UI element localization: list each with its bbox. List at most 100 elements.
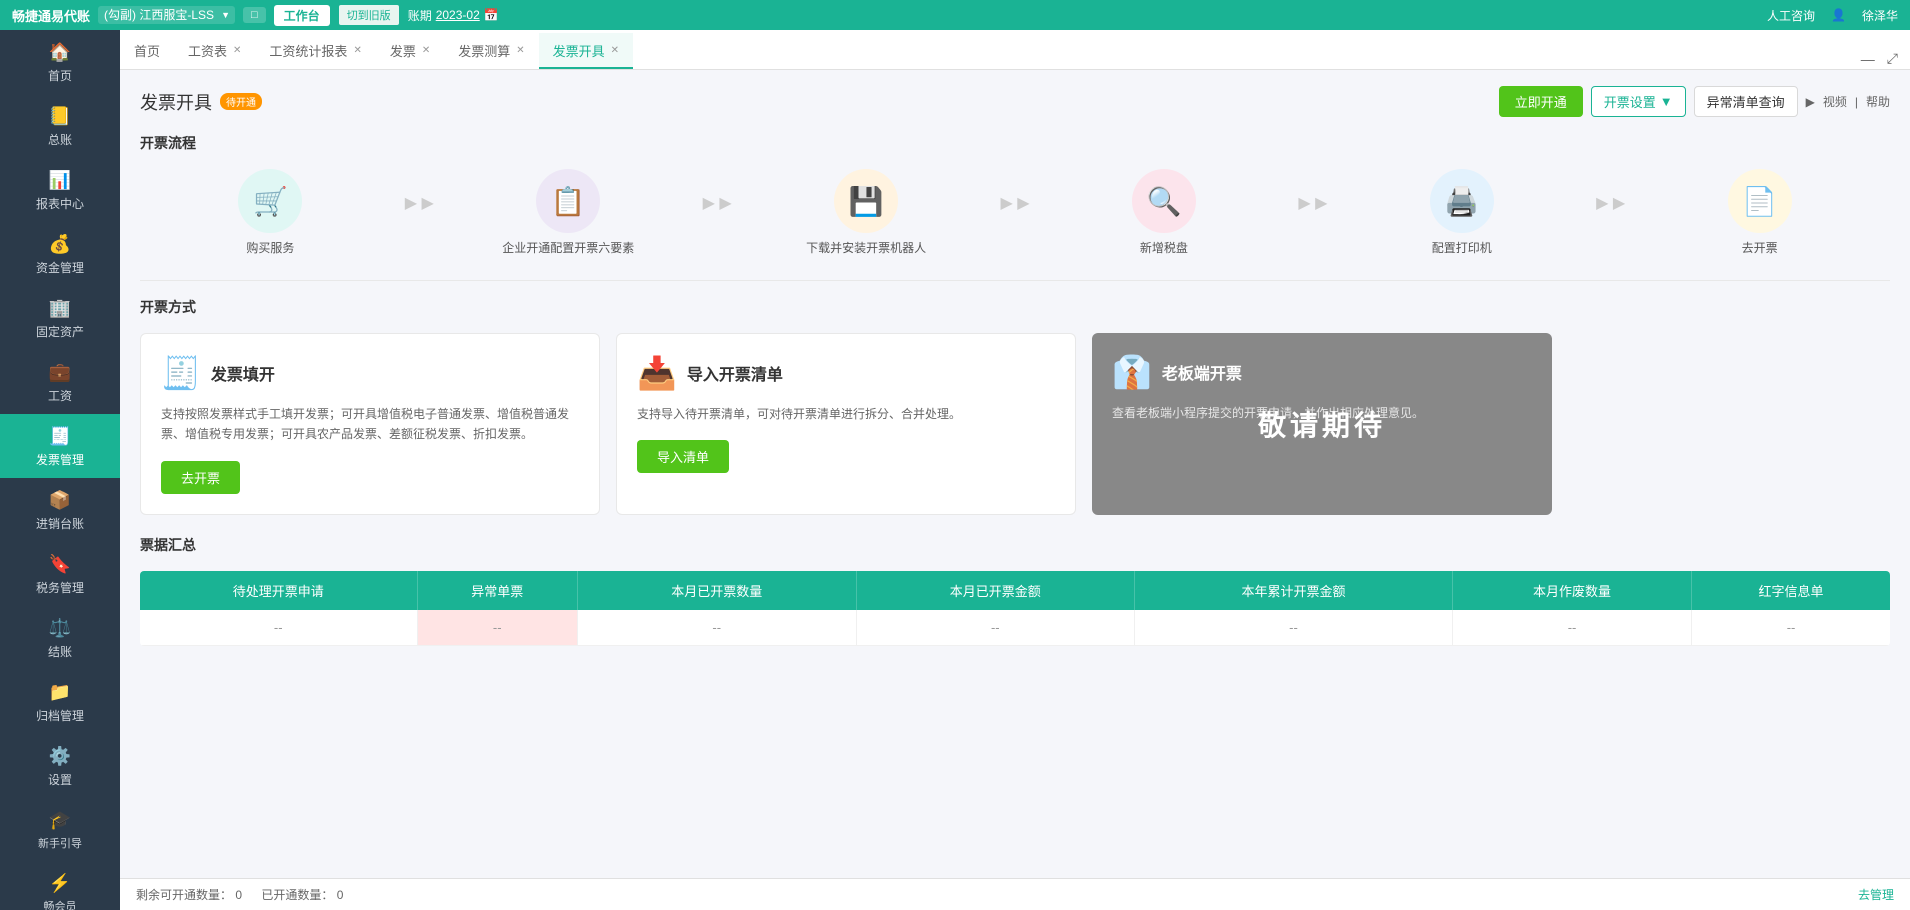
assets-icon: 🏢 — [49, 298, 71, 319]
sidebar-label-invoice: 发票管理 — [36, 451, 84, 468]
tab-salary-report[interactable]: 工资统计报表 ✕ — [255, 33, 375, 69]
sidebar-item-home[interactable]: 🏠 首页 — [0, 30, 120, 94]
main-layout: 🏠 首页 📒 总账 📊 报表中心 💰 资金管理 🏢 固定资产 💼 工资 🧾 发票… — [0, 30, 1910, 910]
copy-button[interactable]: □ — [243, 7, 266, 23]
summary-cell-month-count: -- — [577, 610, 856, 646]
sidebar-item-funds[interactable]: 💰 资金管理 — [0, 222, 120, 286]
sidebar-item-salary[interactable]: 💼 工资 — [0, 350, 120, 414]
ledger-icon: 📒 — [49, 106, 71, 127]
company-dropdown[interactable]: (勾副) 江西服宝-LSS — [98, 6, 235, 24]
company-selector[interactable]: (勾副) 江西服宝-LSS — [98, 6, 235, 24]
process-step-issue: 📄 去开票 — [1629, 169, 1890, 256]
consult-button[interactable]: 人工咨询 — [1767, 7, 1815, 24]
method-card-manual: 🧾 发票填开 支持按照发票样式手工填开发票；可开具增值税电子普通发票、增值税普通… — [140, 333, 600, 515]
method-card-import-name: 导入开票清单 — [687, 361, 783, 385]
process-label-issue: 去开票 — [1742, 239, 1778, 256]
top-bar: 畅捷通易代账 (勾副) 江西服宝-LSS □ 工作台 切到旧版 账期 2023-… — [0, 0, 1910, 30]
sidebar-item-invoice[interactable]: 🧾 发票管理 — [0, 414, 120, 478]
summary-cell-abnormal: -- — [417, 610, 577, 646]
period-selector: 账期 2023-02 📅 — [408, 7, 499, 24]
open-now-button[interactable]: 立即开通 — [1499, 86, 1583, 117]
sidebar-item-member[interactable]: ⚡ 畅会员 — [0, 861, 120, 910]
sidebar-label-assets: 固定资产 — [36, 323, 84, 340]
abnormal-query-button[interactable]: 异常清单查询 — [1694, 86, 1798, 117]
sidebar-item-tax[interactable]: 🔖 税务管理 — [0, 542, 120, 606]
tab-invoice-issue[interactable]: 发票开具 ✕ — [539, 33, 633, 69]
opened-label: 已开通数量： — [261, 888, 333, 902]
summary-header-month-count: 本月已开票数量 — [577, 571, 856, 610]
sidebar-bottom: 🎓 新手引导 ⚡ 畅会员 📌 取消固定 — [0, 798, 120, 910]
tab-home-label: 首页 — [134, 41, 160, 60]
sidebar-label-settings: 设置 — [48, 771, 72, 788]
user-avatar: 👤 — [1831, 8, 1846, 22]
help-divider: | — [1855, 95, 1858, 109]
member-icon: ⚡ — [49, 873, 71, 894]
summary-header-row: 待处理开票申请 异常单票 本月已开票数量 本月已开票金额 本年累计开票金额 本月… — [140, 571, 1890, 610]
process-circle-printer: 🖨️ — [1430, 169, 1494, 233]
sidebar-label-funds: 资金管理 — [36, 259, 84, 276]
sidebar-item-purchase[interactable]: 📦 进销台账 — [0, 478, 120, 542]
tab-invoice-list-label: 发票 — [390, 41, 416, 60]
period-value[interactable]: 2023-02 — [436, 8, 480, 22]
funds-icon: 💰 — [49, 234, 71, 255]
help-views-label[interactable]: 视频 — [1823, 93, 1847, 110]
summary-header-year-amount: 本年累计开票金额 — [1135, 571, 1453, 610]
sidebar-item-settlement[interactable]: ⚖️ 结账 — [0, 606, 120, 670]
period-icon[interactable]: 📅 — [484, 8, 499, 22]
process-circle-buy: 🛒 — [238, 169, 302, 233]
old-version-button[interactable]: 切到旧版 — [338, 4, 400, 26]
tab-salary-report-close[interactable]: ✕ — [353, 45, 361, 56]
sidebar-item-newbie[interactable]: 🎓 新手引导 — [0, 798, 120, 861]
summary-header-month-amount: 本月已开票金额 — [856, 571, 1135, 610]
tab-invoice-calc[interactable]: 发票测算 ✕ — [444, 33, 538, 69]
user-name[interactable]: 徐泽华 — [1862, 7, 1898, 24]
tab-maximize-button[interactable]: ⤢ — [1883, 48, 1902, 69]
sidebar-label-archive: 归档管理 — [36, 707, 84, 724]
sidebar-label-salary: 工资 — [48, 387, 72, 404]
import-list-button[interactable]: 导入清单 — [637, 440, 729, 473]
sidebar-label-newbie: 新手引导 — [38, 835, 82, 851]
content-area: 首页 工资表 ✕ 工资统计报表 ✕ 发票 ✕ 发票测算 ✕ 发票开具 ✕ — [120, 30, 1910, 910]
tab-invoice-list-close[interactable]: ✕ — [422, 45, 430, 56]
page-badge: 待开通 — [220, 93, 262, 110]
sidebar-label-home: 首页 — [48, 67, 72, 84]
help-views-icon: ▶ — [1806, 95, 1815, 109]
summary-cell-void-count: -- — [1452, 610, 1691, 646]
sidebar-item-assets[interactable]: 🏢 固定资产 — [0, 286, 120, 350]
process-arrow-3: ▶ ▶ — [1000, 193, 1029, 233]
method-card-import: 📥 导入开票清单 支持导入待开票清单，可对待开票清单进行拆分、合并处理。 导入清… — [616, 333, 1076, 515]
process-label-tax: 新增税盘 — [1140, 239, 1188, 256]
tab-salary-table-close[interactable]: ✕ — [233, 45, 241, 56]
manage-link[interactable]: 去管理 — [1858, 886, 1894, 903]
tab-bar: 首页 工资表 ✕ 工资统计报表 ✕ 发票 ✕ 发票测算 ✕ 发票开具 ✕ — [120, 30, 1910, 70]
sidebar-item-ledger[interactable]: 📒 总账 — [0, 94, 120, 158]
method-card-import-desc: 支持导入待开票清单，可对待开票清单进行拆分、合并处理。 — [637, 404, 1055, 424]
tab-invoice-calc-close[interactable]: ✕ — [516, 45, 524, 56]
process-section-title: 开票流程 — [140, 133, 1890, 153]
sidebar-item-reports[interactable]: 📊 报表中心 — [0, 158, 120, 222]
sidebar-item-archive[interactable]: 📁 归档管理 — [0, 670, 120, 734]
reports-icon: 📊 — [49, 170, 71, 191]
status-bar: 剩余可开通数量： 0 已开通数量： 0 去管理 — [120, 878, 1910, 910]
open-settings-button[interactable]: 开票设置 ▼ — [1591, 86, 1686, 117]
method-card-manual-title: 🧾 发票填开 — [161, 354, 579, 392]
summary-header-red-info: 红字信息单 — [1692, 571, 1890, 610]
process-row: 🛒 购买服务 ▶ ▶ 📋 企业开通配置开票六要素 ▶ ▶ 💾 下载并安装开票机器… — [140, 169, 1890, 256]
tab-invoice-issue-close[interactable]: ✕ — [611, 45, 619, 56]
process-circle-config: 📋 — [536, 169, 600, 233]
method-section-title: 开票方式 — [140, 297, 1890, 317]
workspace-button[interactable]: 工作台 — [274, 5, 330, 26]
archive-icon: 📁 — [49, 682, 71, 703]
tab-salary-table[interactable]: 工资表 ✕ — [174, 33, 255, 69]
tab-minimize-button[interactable]: — — [1857, 49, 1879, 69]
sidebar-item-settings[interactable]: ⚙️ 设置 — [0, 734, 120, 798]
help-docs-label[interactable]: 帮助 — [1866, 93, 1890, 110]
goto-issue-button[interactable]: 去开票 — [161, 461, 240, 494]
tab-invoice-list[interactable]: 发票 ✕ — [376, 33, 444, 69]
settings-icon: ⚙️ — [49, 746, 71, 767]
sidebar: 🏠 首页 📒 总账 📊 报表中心 💰 资金管理 🏢 固定资产 💼 工资 🧾 发票… — [0, 30, 120, 910]
sidebar-label-ledger: 总账 — [48, 131, 72, 148]
tab-home[interactable]: 首页 — [120, 33, 174, 69]
home-icon: 🏠 — [49, 42, 71, 63]
invoice-icon: 🧾 — [49, 426, 71, 447]
